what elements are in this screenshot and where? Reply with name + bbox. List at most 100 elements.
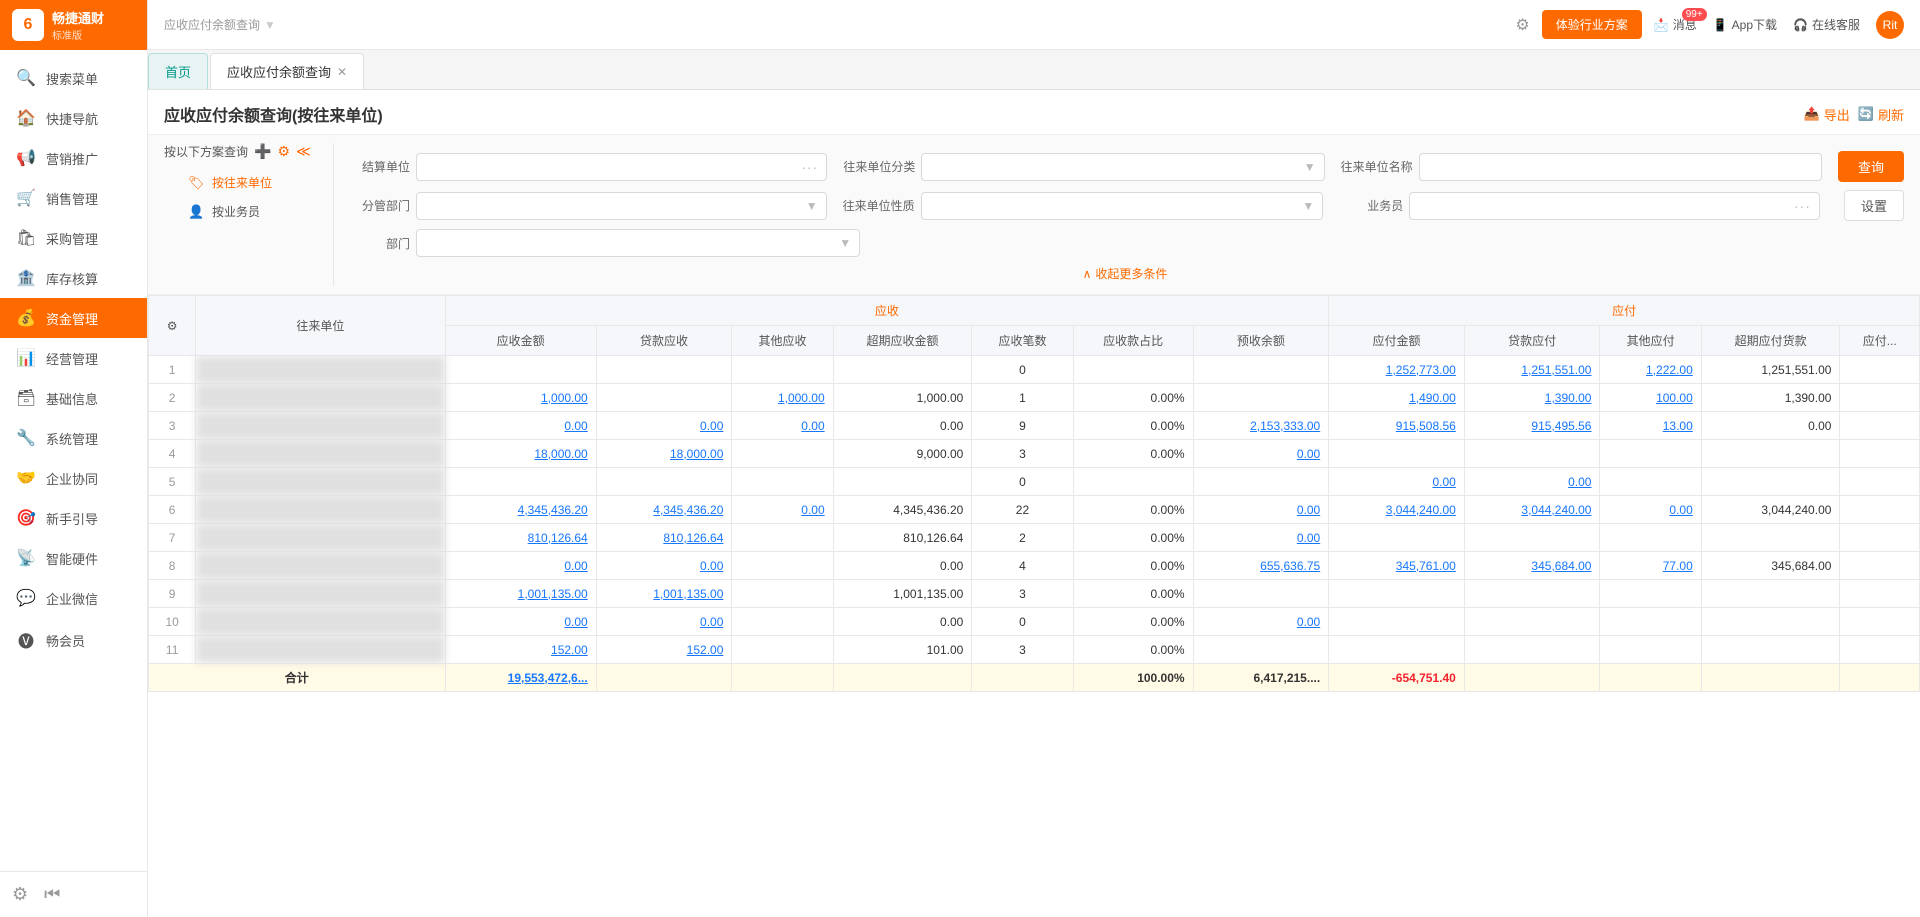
sidebar-item-vip[interactable]: 🅥 畅会员 xyxy=(0,618,147,662)
col-ap-amount: 应付金额 xyxy=(1329,326,1465,356)
sidebar-item-search-menu[interactable]: 🔍 搜索菜单 xyxy=(0,58,147,98)
filter-dept2-input[interactable]: ▼ xyxy=(416,229,860,257)
tab-home-label: 首页 xyxy=(165,62,191,81)
footer-ar-ratio: 100.00% xyxy=(1073,664,1193,692)
filter-classify-input[interactable]: ▼ xyxy=(921,153,1324,181)
table-row: 91,001,135.001,001,135.001,001,135.0030.… xyxy=(149,580,1920,608)
partner-cell xyxy=(196,440,445,468)
filter-jiesuan-input[interactable]: ··· xyxy=(416,153,827,181)
sidebar-item-sales[interactable]: 🛒 销售管理 xyxy=(0,178,147,218)
sidebar-item-sys-mgmt[interactable]: 🔧 系统管理 xyxy=(0,418,147,458)
col-ar-advance: 预收余额 xyxy=(1193,326,1329,356)
sub-item-by-customer[interactable]: 🏷 按往来单位 xyxy=(164,168,321,197)
table-row: 500.000.00 xyxy=(149,468,1920,496)
breadcrumb-arrow: ▼ xyxy=(264,18,276,32)
sidebar-item-quick-nav[interactable]: 🏠 快捷导航 xyxy=(0,98,147,138)
header-gear-icon[interactable]: ⚙ xyxy=(1515,15,1529,35)
tab-home[interactable]: 首页 xyxy=(148,53,208,89)
filter-dept2-label: 部门 xyxy=(346,235,410,252)
purchase-icon: 🛍 xyxy=(16,228,36,248)
online-support-btn[interactable]: 🎧 在线客服 xyxy=(1793,16,1860,33)
col-group-ar: 应收 xyxy=(445,296,1329,326)
settings-bottom-icon[interactable]: ⚙ xyxy=(12,884,28,905)
sub-item-by-salesman[interactable]: 👤 按业务员 xyxy=(164,197,321,226)
page-title: 应收应付余额查询(按往来单位) xyxy=(164,102,383,126)
sidebar-item-label: 搜索菜单 xyxy=(46,69,98,88)
brand-sub: 标准版 xyxy=(52,27,104,42)
top-header: 应收应付余额查询 ▼ ⚙ 体验行业方案 📩 消息 99+ 📱 App下载 🎧 在… xyxy=(148,0,1920,50)
filter-nature-input[interactable]: ▼ xyxy=(921,192,1324,220)
footer-ar-total[interactable]: 19,553,472,6... xyxy=(445,664,596,692)
refresh-btn[interactable]: 🔄 刷新 xyxy=(1858,105,1904,124)
main-content: 应收应付余额查询(按往来单位) 📤 导出 🔄 刷新 按以下方案查询 xyxy=(148,90,1920,917)
sidebar-item-label: 新手引导 xyxy=(46,509,98,528)
col-ar-amount: 应收金额 xyxy=(445,326,596,356)
industry-btn[interactable]: 体验行业方案 xyxy=(1542,10,1642,39)
smart-hw-icon: 📡 xyxy=(16,548,36,568)
sidebar-item-marketing[interactable]: 📢 营销推广 xyxy=(0,138,147,178)
sales-icon: 🛒 xyxy=(16,188,36,208)
search-menu-icon: 🔍 xyxy=(16,68,36,88)
sidebar-item-label: 采购管理 xyxy=(46,229,98,248)
support-label: 在线客服 xyxy=(1812,16,1860,33)
col-ap-more: 应付... xyxy=(1840,326,1920,356)
sidebar-item-operations[interactable]: 📊 经营管理 xyxy=(0,338,147,378)
filter-dept-input[interactable]: ▼ xyxy=(416,192,827,220)
page-header: 应收应付余额查询(按往来单位) 📤 导出 🔄 刷新 xyxy=(148,90,1920,135)
query-btn[interactable]: 查询 xyxy=(1838,151,1904,182)
export-label: 导出 xyxy=(1824,105,1850,124)
app-label: App下载 xyxy=(1732,16,1777,33)
table-row: 11152.00152.00101.0030.00% xyxy=(149,636,1920,664)
filter-jiesuan-label: 结算单位 xyxy=(346,158,410,175)
set-btn[interactable]: 设置 xyxy=(1844,190,1904,221)
partner-cell xyxy=(196,356,445,384)
collapse-icon: ∧ xyxy=(1083,267,1092,281)
export-btn[interactable]: 📤 导出 xyxy=(1804,105,1850,124)
data-table: ⚙ 往来单位 应收 应付 应收金额 贷款应收 其他应收 超期应收金额 应收笔数 … xyxy=(148,295,1920,692)
filter-dept: 分管部门 ▼ xyxy=(346,192,827,220)
table-container[interactable]: ⚙ 往来单位 应收 应付 应收金额 贷款应收 其他应收 超期应收金额 应收笔数 … xyxy=(148,295,1920,917)
collapse-scheme-icon[interactable]: ≪ xyxy=(296,143,311,160)
sidebar-item-base-info[interactable]: 🗃 基础信息 xyxy=(0,378,147,418)
tab-ar-ap[interactable]: 应收应付余额查询 ✕ xyxy=(210,53,364,89)
col-ar-ratio: 应收款占比 xyxy=(1073,326,1193,356)
sidebar-item-inventory[interactable]: 🏦 库存核算 xyxy=(0,258,147,298)
add-scheme-icon[interactable]: ➕ xyxy=(254,143,271,160)
message-btn[interactable]: 📩 消息 99+ xyxy=(1654,16,1697,33)
dept2-arrow-icon: ▼ xyxy=(839,236,851,250)
sidebar-item-label: 企业微信 xyxy=(46,589,98,608)
sidebar-item-funds[interactable]: 💰 资金管理 xyxy=(0,298,147,338)
config-scheme-icon[interactable]: ⚙ xyxy=(277,143,290,160)
sidebar-item-smart-hw[interactable]: 📡 智能硬件 xyxy=(0,538,147,578)
app-icon: 📱 xyxy=(1713,18,1728,32)
table-row: 80.000.000.0040.00%655,636.75345,761.003… xyxy=(149,552,1920,580)
table-row: 7810,126.64810,126.64810,126.6420.00%0.0… xyxy=(149,524,1920,552)
filter-partner-input[interactable] xyxy=(1419,153,1822,181)
sidebar-item-corp-collab[interactable]: 🤝 企业协同 xyxy=(0,458,147,498)
breadcrumb: 应收应付余额查询 ▼ xyxy=(164,16,1503,33)
table-settings-icon[interactable]: ⚙ xyxy=(149,296,196,356)
tab-close-icon[interactable]: ✕ xyxy=(337,65,347,79)
app-download-btn[interactable]: 📱 App下载 xyxy=(1713,16,1777,33)
sidebar-item-label: 营销推广 xyxy=(46,149,98,168)
nature-arrow-icon: ▼ xyxy=(1302,199,1314,213)
sidebar-item-label: 销售管理 xyxy=(46,189,98,208)
sidebar-item-starter[interactable]: 🎯 新手引导 xyxy=(0,498,147,538)
sub-item-by-customer-label: 按往来单位 xyxy=(212,174,272,191)
starter-icon: 🎯 xyxy=(16,508,36,528)
collapse-more-btn[interactable]: ∧ 收起更多条件 xyxy=(346,261,1904,286)
collapse-sidebar-icon[interactable]: ⏮ xyxy=(44,884,60,905)
sidebar-bottom: ⚙ ⏮ xyxy=(0,871,147,917)
filter-jiesuan: 结算单位 ··· xyxy=(346,153,827,181)
filter-salesman-input[interactable]: ··· xyxy=(1409,192,1820,220)
user-avatar[interactable]: Rit xyxy=(1876,11,1904,39)
search-area: 按以下方案查询 ➕ ⚙ ≪ 🏷 按往来单位 👤 按业务员 xyxy=(148,135,1920,295)
base-info-icon: 🗃 xyxy=(16,388,36,408)
sidebar-menu: 🔍 搜索菜单 🏠 快捷导航 📢 营销推广 🛒 销售管理 🛍 采购管理 🏦 库存核… xyxy=(0,50,147,871)
sidebar-item-purchase[interactable]: 🛍 采购管理 xyxy=(0,218,147,258)
sidebar-item-corp-wechat[interactable]: 💬 企业微信 xyxy=(0,578,147,618)
sidebar-item-label: 企业协同 xyxy=(46,469,98,488)
sidebar-item-label: 畅会员 xyxy=(46,631,85,650)
footer-ap-total: -654,751.40 xyxy=(1329,664,1465,692)
support-icon: 🎧 xyxy=(1793,18,1808,32)
